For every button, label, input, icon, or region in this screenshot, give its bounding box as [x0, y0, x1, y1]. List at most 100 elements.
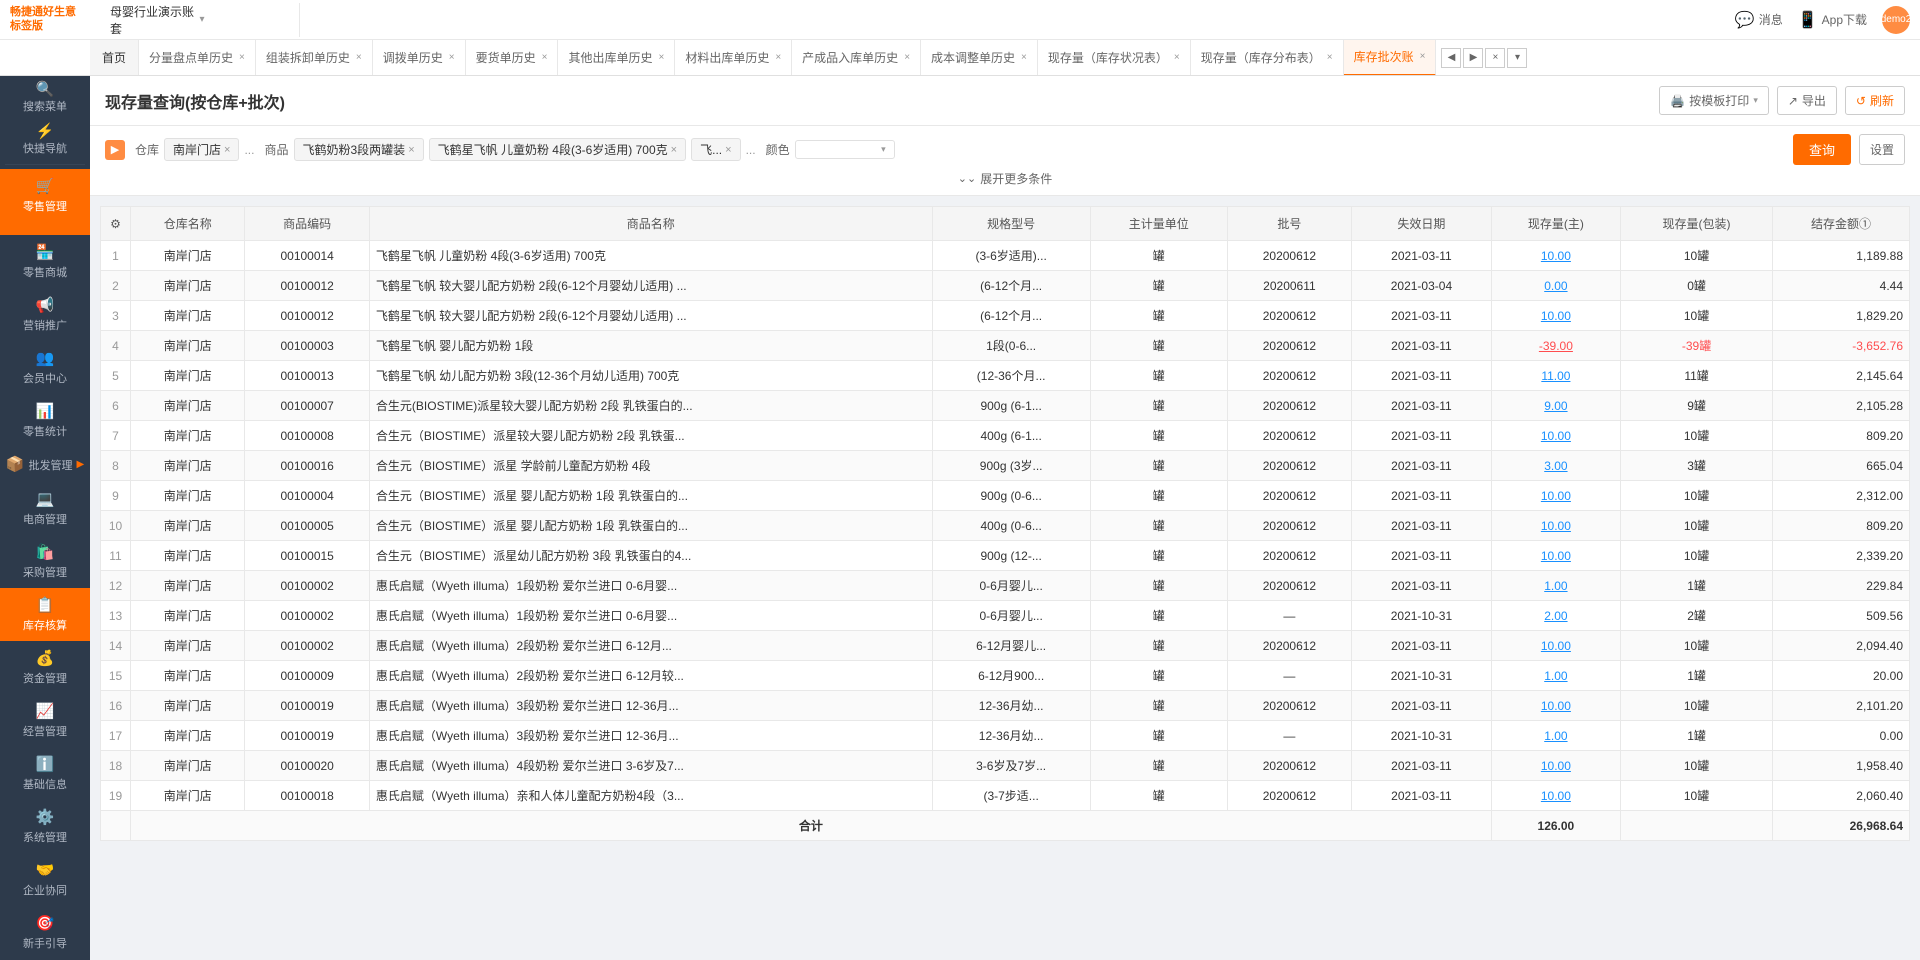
tab-close-all-btn[interactable]: × [1485, 48, 1505, 68]
tab-prev-btn[interactable]: ◀ [1441, 48, 1461, 68]
color-dropdown[interactable]: ▾ [795, 140, 895, 159]
row-name: 惠氏启赋（Wyeth illuma）亲和人体儿童配方奶粉4段（3... [369, 781, 932, 811]
row-qty-main[interactable]: 0.00 [1491, 271, 1620, 301]
sidebar-item-purchase[interactable]: 🛍️ 采购管理 [0, 535, 90, 588]
row-qty-main[interactable]: 10.00 [1491, 301, 1620, 331]
remove-product-tag-1[interactable]: × [671, 144, 677, 156]
page-title: 现存量查询(按仓库+批次) [105, 89, 285, 113]
row-qty-main[interactable]: 10.00 [1491, 511, 1620, 541]
sidebar-item-wholesale[interactable]: 📦 批发管理 ▶ [0, 447, 90, 482]
row-qty-main[interactable]: 10.00 [1491, 541, 1620, 571]
sidebar-item-finance[interactable]: 💰 资金管理 [0, 641, 90, 694]
members-icon: 👥 [36, 349, 55, 367]
product-tag-1[interactable]: 飞鹤星飞帆 儿童奶粉 4段(3-6岁适用) 700克 × [429, 138, 686, 161]
company-selector[interactable]: 母婴行业演示账套 ▾ [100, 3, 300, 37]
tab-menu-btn[interactable]: ▾ [1507, 48, 1527, 68]
row-name: 合生元（BIOSTIME）派星幼儿配方奶粉 3段 乳铁蛋白的4... [369, 541, 932, 571]
product-more[interactable]: ... [746, 143, 756, 157]
tab-close-9[interactable]: × [1174, 52, 1180, 63]
row-qty-main[interactable]: 10.00 [1491, 481, 1620, 511]
row-qty-main[interactable]: 10.00 [1491, 241, 1620, 271]
sidebar-item-collab[interactable]: 🤝 企业协同 [0, 853, 90, 906]
row-qty-main[interactable]: 10.00 [1491, 691, 1620, 721]
sidebar-item-basics[interactable]: ℹ️ 基础信息 [0, 747, 90, 800]
query-btn[interactable]: 查询 [1793, 134, 1851, 165]
row-qty-main[interactable]: 10.00 [1491, 421, 1620, 451]
product-tag-0[interactable]: 飞鹤奶粉3段两罐装 × [294, 138, 424, 161]
row-qty-main[interactable]: -39.00 [1491, 331, 1620, 361]
refresh-btn[interactable]: ↺ 刷新 [1845, 86, 1905, 115]
col-settings[interactable]: ⚙ [101, 207, 131, 241]
tab-3[interactable]: 调拨单历史 × [373, 40, 466, 76]
app-download-btn[interactable]: 📱 App下载 [1798, 10, 1867, 30]
row-qty-main[interactable]: 10.00 [1491, 631, 1620, 661]
tab-11[interactable]: 库存批次账 × [1344, 40, 1437, 76]
tab-close-11[interactable]: × [1420, 51, 1426, 62]
tab-6[interactable]: 材料出库单历史 × [675, 40, 792, 76]
row-qty-main[interactable]: 10.00 [1491, 751, 1620, 781]
tab-close-8[interactable]: × [1021, 52, 1027, 63]
warehouse-tag-0[interactable]: 南岸门店 × [164, 138, 239, 161]
user-avatar[interactable]: demo2 [1882, 6, 1910, 34]
row-name: 飞鹤星飞帆 较大婴儿配方奶粉 2段(6-12个月婴幼儿适用) ... [369, 271, 932, 301]
tab-home[interactable]: 首页 [90, 40, 139, 76]
row-qty-main[interactable]: 3.00 [1491, 451, 1620, 481]
expand-filter-btn[interactable]: ▶ [105, 140, 125, 160]
settings-btn[interactable]: 设置 [1859, 134, 1905, 165]
row-qty-main[interactable]: 10.00 [1491, 781, 1620, 811]
tab-close-10[interactable]: × [1327, 52, 1333, 63]
remove-warehouse-tag[interactable]: × [224, 144, 230, 156]
search-menu-item[interactable]: 🔍 搜索菜单 [0, 76, 90, 118]
color-filter: 颜色 ▾ [766, 140, 895, 159]
remove-product-tag-2[interactable]: × [725, 144, 731, 156]
row-qty-main[interactable]: 1.00 [1491, 661, 1620, 691]
row-amount: 1,829.20 [1773, 301, 1910, 331]
remove-product-tag-0[interactable]: × [408, 144, 414, 156]
tab-close-2[interactable]: × [356, 52, 362, 63]
sidebar-item-operations[interactable]: 📈 经营管理 [0, 694, 90, 747]
message-btn[interactable]: 💬 消息 [1735, 10, 1783, 30]
tab-next-btn[interactable]: ▶ [1463, 48, 1483, 68]
row-spec: 0-6月婴儿... [932, 601, 1090, 631]
tab-7[interactable]: 产成品入库单历史 × [792, 40, 921, 76]
row-qty-main[interactable]: 9.00 [1491, 391, 1620, 421]
sidebar-item-retail[interactable]: 🛒 零售管理 ▶ [0, 169, 90, 235]
tab-8[interactable]: 成本调整单历史 × [921, 40, 1038, 76]
export-btn[interactable]: ↗ 导出 [1777, 86, 1837, 115]
tab-close-4[interactable]: × [542, 52, 548, 63]
tab-close-5[interactable]: × [658, 52, 664, 63]
tab-4[interactable]: 要货单历史 × [466, 40, 559, 76]
row-spec: 400g (6-1... [932, 421, 1090, 451]
col-name: 商品名称 [369, 207, 932, 241]
tab-9[interactable]: 现存量（库存状况表） × [1038, 40, 1191, 76]
print-btn[interactable]: 🖨️ 按模板打印 ▾ [1659, 86, 1769, 115]
tab-1[interactable]: 分量盘点单历史 × [139, 40, 256, 76]
tab-close-6[interactable]: × [775, 52, 781, 63]
tab-close-7[interactable]: × [904, 52, 910, 63]
sidebar-item-system[interactable]: ⚙️ 系统管理 [0, 800, 90, 853]
row-qty-main[interactable]: 11.00 [1491, 361, 1620, 391]
warehouse-more[interactable]: ... [244, 143, 254, 157]
tab-close-1[interactable]: × [239, 52, 245, 63]
col-spec: 规格型号 [932, 207, 1090, 241]
tab-5[interactable]: 其他出库单历史 × [558, 40, 675, 76]
tab-10[interactable]: 现存量（库存分布表） × [1191, 40, 1344, 76]
row-qty-main[interactable]: 1.00 [1491, 721, 1620, 751]
tab-close-3[interactable]: × [449, 52, 455, 63]
row-batch: 20200612 [1227, 631, 1352, 661]
sidebar-item-guide[interactable]: 🎯 新手引导 [0, 906, 90, 959]
expand-more-btn[interactable]: ⌄⌄ 展开更多条件 [105, 170, 1905, 187]
shortcut-nav-item[interactable]: ⚡ 快捷导航 [0, 118, 90, 160]
sidebar-item-marketing[interactable]: 📢 营销推广 [0, 288, 90, 341]
sidebar-item-ecommerce[interactable]: 💻 电商管理 [0, 482, 90, 535]
row-qty-main[interactable]: 1.00 [1491, 571, 1620, 601]
tab-2[interactable]: 组装拆卸单历史 × [256, 40, 373, 76]
product-tag-2[interactable]: 飞... × [691, 138, 740, 161]
footer-amount: 26,968.64 [1773, 811, 1910, 841]
sidebar-item-members[interactable]: 👥 会员中心 [0, 341, 90, 394]
sidebar-item-inventory[interactable]: 📋 库存核算 [0, 588, 90, 641]
row-qty-main[interactable]: 2.00 [1491, 601, 1620, 631]
sidebar-item-retail-mall[interactable]: 🏪 零售商城 [0, 235, 90, 288]
row-no: 2 [101, 271, 131, 301]
sidebar-item-retail-stats[interactable]: 📊 零售统计 [0, 394, 90, 447]
